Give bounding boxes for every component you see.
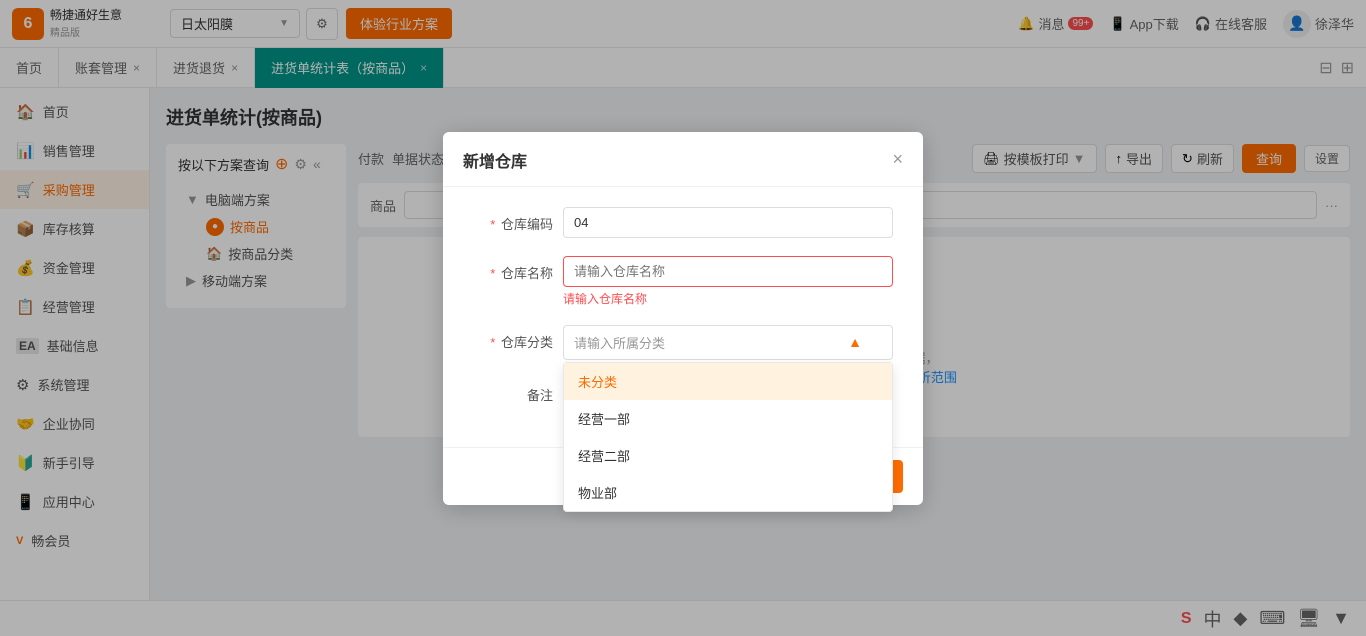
code-input[interactable] [563,207,893,238]
overlay: 新增仓库 × * 仓库编码 * 仓库名称 [0,0,1366,636]
category-label: * 仓库分类 [473,325,553,351]
code-input-wrap [563,207,893,238]
dialog-header: 新增仓库 × [443,132,923,187]
form-row-category: * 仓库分类 请输入所属分类 ▲ 未分类 经营一部 经营二部 物业部 [473,325,893,360]
category-select-wrap: 请输入所属分类 ▲ 未分类 经营一部 经营二部 物业部 [563,325,893,360]
dropdown-item-ops1[interactable]: 经营一部 [564,400,892,437]
dropdown-item-uncategorized[interactable]: 未分类 [564,363,892,400]
dialog-title: 新增仓库 [463,148,527,172]
form-row-code: * 仓库编码 [473,207,893,238]
dialog-close-button[interactable]: × [892,149,903,170]
dialog-body: * 仓库编码 * 仓库名称 请输入仓库名称 [443,187,923,447]
code-label: * 仓库编码 [473,207,553,233]
name-input[interactable] [563,256,893,287]
category-select[interactable]: 请输入所属分类 ▲ [563,325,893,360]
category-dropdown: 未分类 经营一部 经营二部 物业部 [563,362,893,512]
name-label: * 仓库名称 [473,256,553,282]
dropdown-item-ops2[interactable]: 经营二部 [564,437,892,474]
form-row-name: * 仓库名称 请输入仓库名称 [473,256,893,307]
chevron-up-icon: ▲ [848,334,862,350]
dialog-new-warehouse: 新增仓库 × * 仓库编码 * 仓库名称 [443,132,923,505]
note-label: 备注 [473,378,553,404]
category-placeholder: 请输入所属分类 [574,333,665,352]
dropdown-item-property[interactable]: 物业部 [564,474,892,511]
name-input-wrap: 请输入仓库名称 [563,256,893,307]
name-error-msg: 请输入仓库名称 [563,290,893,307]
